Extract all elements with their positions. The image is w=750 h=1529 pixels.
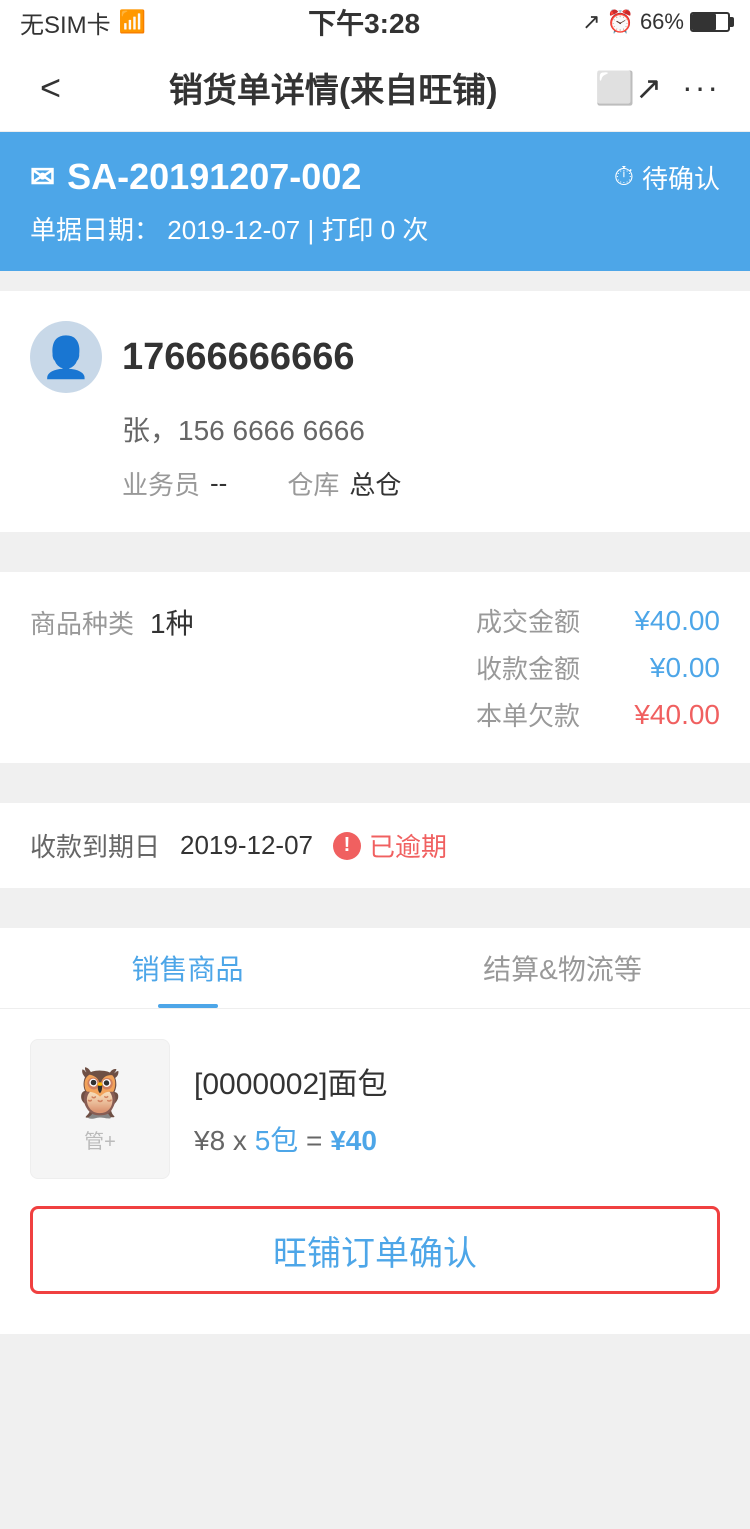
battery-label: 66% [640, 9, 684, 35]
overdue-text: 已逾期 [369, 827, 447, 864]
divider-3 [0, 888, 750, 908]
stats-section: 商品种类 1种 成交金额 ¥40.00 收款金额 ¥0.00 本单欠款 ¥40.… [0, 572, 750, 763]
product-name: [0000002]面包 [194, 1059, 720, 1103]
product-logo-plus: 管+ [84, 1125, 116, 1154]
tab-sales-label: 销售商品 [131, 948, 243, 988]
product-price: ¥8 x 5包 = ¥40 [194, 1119, 720, 1159]
carrier-label: 无SIM卡 [20, 5, 111, 40]
page-title: 销货单详情(来自旺铺) [169, 63, 498, 112]
due-label: 收款到期日 [30, 827, 160, 864]
nav-bar: < 销货单详情(来自旺铺) ⬜↗ ··· [0, 44, 750, 132]
order-status: ⏱ 待确认 [614, 159, 720, 196]
tab-settlement-label: 结算&物流等 [483, 948, 642, 988]
order-date: 2019-12-07 [167, 215, 300, 245]
salesman-item: 业务员 -- [122, 465, 227, 502]
stats-left: 商品种类 1种 [30, 602, 476, 642]
divider-1 [0, 532, 750, 552]
warehouse-value: 总仓 [349, 465, 401, 502]
wifi-icon: 📶 [119, 9, 146, 35]
customer-row: 👤 17666666666 [30, 321, 720, 393]
overdue-badge: ! 已逾期 [333, 827, 447, 864]
salesman-value: -- [210, 468, 227, 499]
product-type-label: 商品种类 [30, 604, 134, 641]
tabs-header: 销售商品 结算&物流等 [0, 928, 750, 1008]
avatar: 👤 [30, 321, 102, 393]
customer-meta: 业务员 -- 仓库 总仓 [30, 465, 720, 502]
debt-label: 本单欠款 [476, 696, 580, 733]
print-info: 打印 0 次 [321, 215, 428, 245]
location-icon: ↗ [582, 9, 600, 35]
date-label: 单据日期： [30, 215, 160, 245]
received-label: 收款金额 [476, 649, 580, 686]
debt-value: ¥40.00 [600, 699, 720, 731]
order-id: ✉ SA-20191207-002 [30, 156, 361, 198]
price-text: ¥8 x [194, 1125, 255, 1156]
date-separator: | [307, 215, 321, 245]
order-date-info: 单据日期： 2019-12-07 | 打印 0 次 [30, 210, 720, 247]
warehouse-item: 仓库 总仓 [287, 465, 401, 502]
divider-2 [0, 763, 750, 783]
product-list: 🦉 管+ [0000002]面包 ¥8 x 5包 = ¥40 [0, 1009, 750, 1209]
order-icon: ✉ [30, 160, 55, 195]
equals-text: = [298, 1125, 330, 1156]
received-value: ¥0.00 [600, 652, 720, 684]
tab-sales-products[interactable]: 销售商品 [0, 928, 375, 1008]
table-row: 🦉 管+ [0000002]面包 ¥8 x 5包 = ¥40 [30, 1039, 720, 1179]
quantity-text: 5包 [255, 1125, 299, 1156]
customer-detail: 张，156 6666 6666 [30, 409, 720, 449]
due-date: 2019-12-07 [180, 830, 313, 861]
status-text: 待确认 [642, 159, 720, 196]
bottom-bar: 旺铺订单确认 [0, 1186, 750, 1334]
salesman-label: 业务员 [122, 465, 200, 502]
product-image-inner: 🦉 管+ [70, 1064, 130, 1154]
deal-amount-label: 成交金额 [476, 602, 580, 639]
status-clock-icon: ⏱ [614, 161, 634, 193]
due-section: 收款到期日 2019-12-07 ! 已逾期 [0, 803, 750, 888]
back-button[interactable]: < [30, 57, 71, 119]
user-icon: 👤 [41, 334, 91, 381]
warehouse-label: 仓库 [287, 465, 339, 502]
order-header-top: ✉ SA-20191207-002 ⏱ 待确认 [30, 156, 720, 198]
customer-section: 👤 17666666666 张，156 6666 6666 业务员 -- 仓库 … [0, 291, 750, 532]
product-image: 🦉 管+ [30, 1039, 170, 1179]
alarm-icon: ⏰ [607, 9, 634, 35]
more-icon[interactable]: ··· [682, 69, 720, 106]
product-info: [0000002]面包 ¥8 x 5包 = ¥40 [194, 1059, 720, 1159]
time-label: 下午3:28 [308, 2, 420, 42]
tabs-section: 销售商品 结算&物流等 [0, 928, 750, 1009]
debt-row: 本单欠款 ¥40.00 [476, 696, 720, 733]
status-right: ↗ ⏰ 66% [582, 9, 730, 35]
customer-phone: 17666666666 [122, 336, 354, 379]
product-logo-icon: 🦉 [70, 1064, 130, 1121]
battery-icon [690, 12, 730, 32]
share-icon[interactable]: ⬜↗ [595, 69, 662, 107]
nav-actions: ⬜↗ ··· [595, 69, 720, 107]
overdue-icon: ! [333, 832, 361, 860]
deal-amount-value: ¥40.00 [600, 605, 720, 637]
stats-right: 成交金额 ¥40.00 收款金额 ¥0.00 本单欠款 ¥40.00 [476, 602, 720, 733]
customer-name: 张，156 6666 6666 [122, 409, 365, 449]
order-header: ✉ SA-20191207-002 ⏱ 待确认 单据日期： 2019-12-07… [0, 132, 750, 271]
confirm-order-button[interactable]: 旺铺订单确认 [30, 1206, 720, 1294]
tab-settlement[interactable]: 结算&物流等 [375, 928, 750, 1008]
received-row: 收款金额 ¥0.00 [476, 649, 720, 686]
status-left: 无SIM卡 📶 [20, 5, 146, 40]
order-id-text: SA-20191207-002 [67, 156, 361, 198]
product-type-value: 1种 [150, 602, 194, 642]
total-text: ¥40 [330, 1125, 377, 1156]
status-bar: 无SIM卡 📶 下午3:28 ↗ ⏰ 66% [0, 0, 750, 44]
deal-amount-row: 成交金额 ¥40.00 [476, 602, 720, 639]
